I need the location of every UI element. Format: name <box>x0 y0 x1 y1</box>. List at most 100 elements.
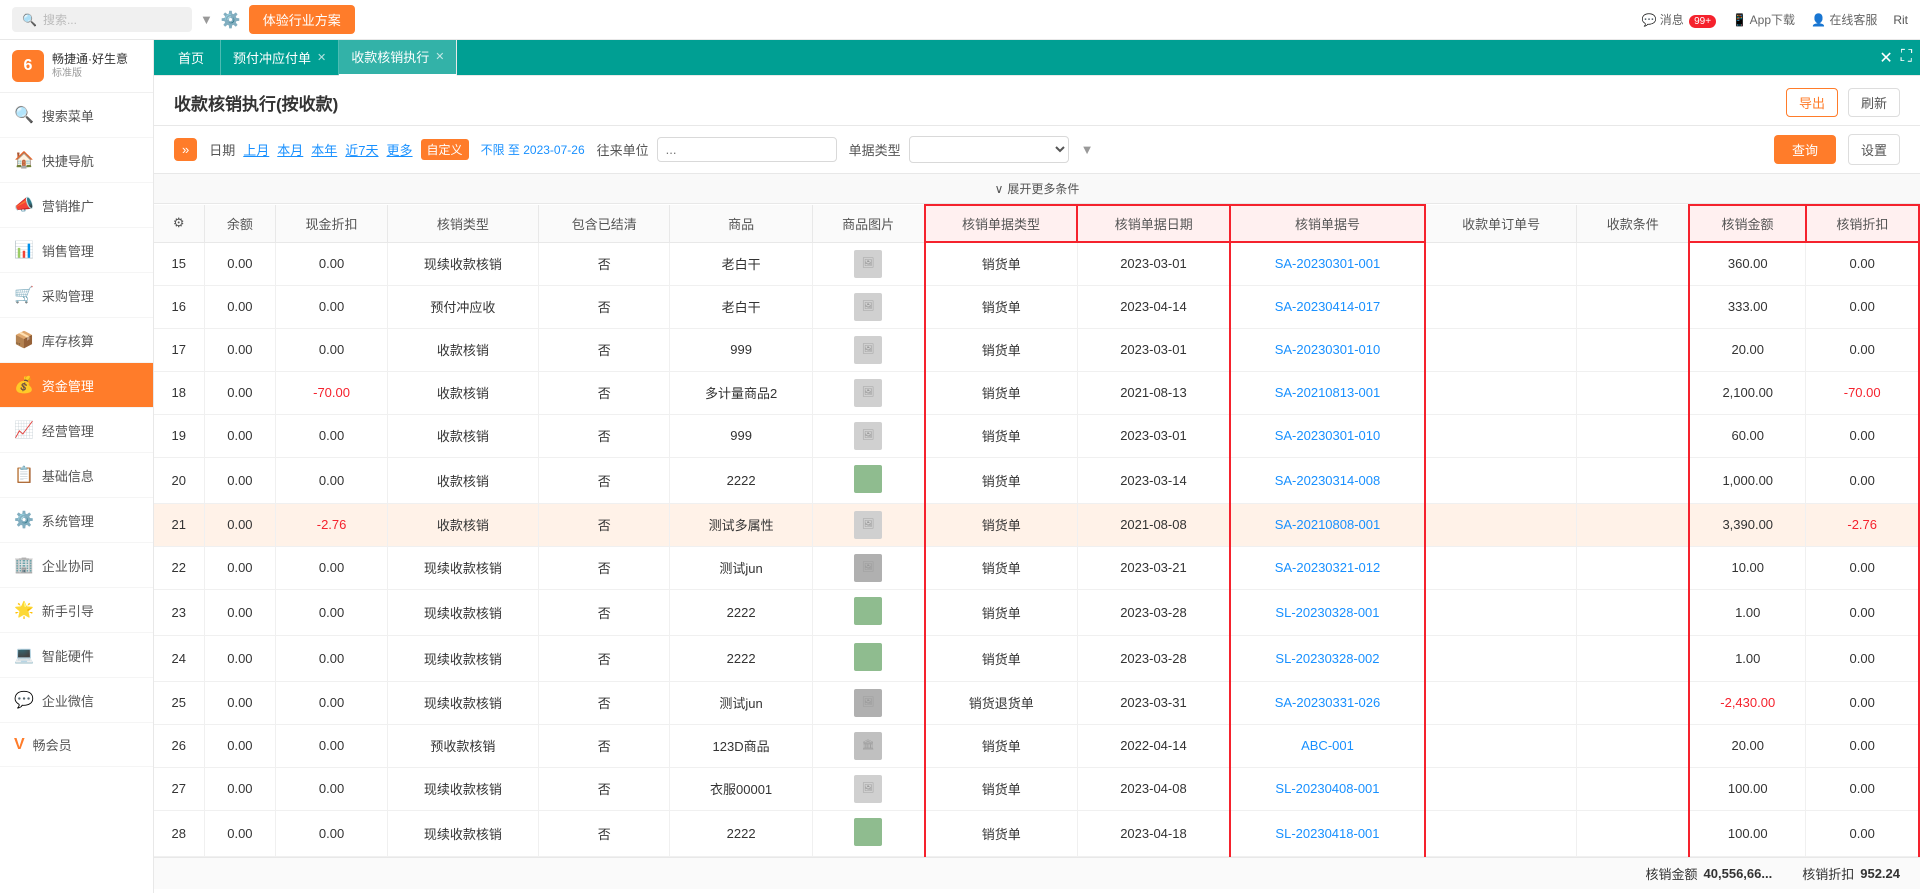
tab-collection[interactable]: 收款核销执行 ✕ <box>339 40 457 76</box>
query-btn[interactable]: 查询 <box>1774 135 1836 164</box>
cell-include-settled: 否 <box>539 810 670 856</box>
cell-cash-discount: 0.00 <box>276 810 388 856</box>
solution-btn[interactable]: 体验行业方案 <box>249 5 355 34</box>
filter-expand-btn[interactable]: » <box>174 138 197 161</box>
refresh-btn[interactable]: 刷新 <box>1848 88 1900 117</box>
close-window-icon[interactable]: ✕ <box>1879 48 1892 68</box>
bill-no-link[interactable]: SA-20210808-001 <box>1275 517 1381 532</box>
cell-verify-bill-type: 销货退货单 <box>925 681 1078 724</box>
sidebar-item-basic[interactable]: 📋 基础信息 <box>0 453 153 498</box>
cell-seq: 15 <box>154 242 204 285</box>
table-row: 21 0.00 -2.76 收款核销 否 测试多属性 🖼 销货单 2021-08… <box>154 503 1919 546</box>
sidebar-item-finance[interactable]: 💰 资金管理 <box>0 363 153 408</box>
table-row: 15 0.00 0.00 现续收款核销 否 老白干 🖼 销货单 2023-03-… <box>154 242 1919 285</box>
logo-icon: 6 <box>12 50 44 82</box>
expand-more-btn[interactable]: ∨ 展开更多条件 <box>995 180 1080 197</box>
cell-receipt-condition <box>1577 414 1689 457</box>
cell-product-image <box>812 810 924 856</box>
bill-no-link[interactable]: SL-20230328-001 <box>1275 605 1379 620</box>
cell-receipt-condition <box>1577 457 1689 503</box>
cell-verify-bill-date: 2023-04-18 <box>1077 810 1230 856</box>
tab-prepay[interactable]: 预付冲应付单 ✕ <box>221 40 339 75</box>
sidebar-item-hardware[interactable]: 💻 智能硬件 <box>0 633 153 678</box>
guide-icon: 🌟 <box>14 600 34 620</box>
date-option-7days[interactable]: 近7天 <box>345 140 378 159</box>
sidebar-item-marketing[interactable]: 📣 营销推广 <box>0 183 153 228</box>
filter-settings-btn[interactable]: 设置 <box>1848 134 1900 165</box>
cell-verify-bill-type: 销货单 <box>925 589 1078 635</box>
date-option-last-month[interactable]: 上月 <box>243 140 269 159</box>
cell-verify-bill-type: 销货单 <box>925 242 1078 285</box>
app-download[interactable]: 📱 App下载 <box>1732 11 1795 28</box>
sidebar-item-enterprise[interactable]: 🏢 企业协同 <box>0 543 153 588</box>
cell-verify-bill-type: 销货单 <box>925 457 1078 503</box>
cell-verify-bill-no: SL-20230328-001 <box>1230 589 1425 635</box>
dropdown-icon[interactable]: ▼ <box>200 12 213 27</box>
date-option-this-year[interactable]: 本年 <box>311 140 337 159</box>
sidebar-item-guide[interactable]: 🌟 新手引导 <box>0 588 153 633</box>
cell-cash-discount: 0.00 <box>276 457 388 503</box>
footer-total-discount: 核销折扣 952.24 <box>1802 864 1900 883</box>
cell-verify-discount: 0.00 <box>1806 546 1919 589</box>
message-icon[interactable]: 💬 消息 99+ <box>1641 11 1716 28</box>
cell-verify-discount: 0.00 <box>1806 414 1919 457</box>
footer-total-amount: 核销金额 40,556,66... <box>1646 864 1773 883</box>
bill-no-link[interactable]: SA-20230301-010 <box>1275 428 1381 443</box>
bill-no-link[interactable]: SA-20230301-001 <box>1275 256 1381 271</box>
sidebar-item-member[interactable]: V 畅会员 <box>0 723 153 767</box>
cell-receipt-order <box>1425 546 1577 589</box>
date-custom-btn[interactable]: 自定义 <box>421 139 469 160</box>
sidebar-item-purchase[interactable]: 🛒 采购管理 <box>0 273 153 318</box>
cell-receipt-order <box>1425 414 1577 457</box>
bill-no-link[interactable]: SA-20230301-010 <box>1275 342 1381 357</box>
cell-verify-bill-no: SL-20230328-002 <box>1230 635 1425 681</box>
sidebar-item-wechat[interactable]: 💬 企业微信 <box>0 678 153 723</box>
operation-icon: 📈 <box>14 420 34 440</box>
bill-no-link[interactable]: SL-20230408-001 <box>1275 781 1379 796</box>
bill-no-link[interactable]: SA-20230321-012 <box>1275 560 1381 575</box>
cell-verify-bill-no: SA-20230414-017 <box>1230 285 1425 328</box>
bill-no-link[interactable]: SA-20210813-001 <box>1275 385 1381 400</box>
sidebar-item-shortcut[interactable]: 🏠 快捷导航 <box>0 138 153 183</box>
cell-receipt-order <box>1425 242 1577 285</box>
col-header-receipt-order: 收款单订单号 <box>1425 205 1577 242</box>
bill-no-link[interactable]: SL-20230418-001 <box>1275 826 1379 841</box>
online-service[interactable]: 👤 在线客服 <box>1811 11 1877 28</box>
table-row: 18 0.00 -70.00 收款核销 否 多计量商品2 🖼 销货单 2021-… <box>154 371 1919 414</box>
tab-prepay-close[interactable]: ✕ <box>317 51 326 64</box>
bill-no-link[interactable]: SA-20230314-008 <box>1275 473 1381 488</box>
cell-cash-discount: 0.00 <box>276 724 388 767</box>
cell-verify-type: 现续收款核销 <box>387 635 538 681</box>
cell-balance: 0.00 <box>204 457 276 503</box>
sidebar-item-operation[interactable]: 📈 经营管理 <box>0 408 153 453</box>
maximize-window-icon[interactable]: ⛶ <box>1901 48 1912 68</box>
search-icon: 🔍 <box>22 13 37 27</box>
date-option-this-month[interactable]: 本月 <box>277 140 303 159</box>
bill-no-link[interactable]: SL-20230328-002 <box>1275 651 1379 666</box>
table-footer: 核销金额 40,556,66... 核销折扣 952.24 <box>154 857 1920 889</box>
bill-no-link[interactable]: SA-20230331-026 <box>1275 695 1381 710</box>
cell-product-image: 🖼 <box>812 242 924 285</box>
tab-collection-close[interactable]: ✕ <box>435 50 444 63</box>
cell-verify-bill-no: SA-20230331-026 <box>1230 681 1425 724</box>
cell-receipt-order <box>1425 589 1577 635</box>
sidebar-item-search[interactable]: 🔍 搜索菜单 <box>0 93 153 138</box>
date-option-more[interactable]: 更多 <box>387 140 413 159</box>
bill-no-link[interactable]: SA-20230414-017 <box>1275 299 1381 314</box>
cell-verify-bill-no: SA-20230301-001 <box>1230 242 1425 285</box>
cell-verify-discount: 0.00 <box>1806 328 1919 371</box>
col-header-verify-bill-type: 核销单据类型 <box>925 205 1078 242</box>
export-btn[interactable]: 导出 <box>1786 88 1838 117</box>
settings-icon[interactable]: ⚙️ <box>221 10 241 30</box>
cell-include-settled: 否 <box>539 457 670 503</box>
bill-no-link[interactable]: ABC-001 <box>1301 738 1354 753</box>
partner-input[interactable] <box>657 137 837 162</box>
cell-product-image: 🖼 <box>812 371 924 414</box>
tab-home[interactable]: 首页 <box>162 40 221 75</box>
top-bar-left: 🔍 搜索... ▼ ⚙️ 体验行业方案 <box>12 5 1633 34</box>
sidebar-item-inventory[interactable]: 📦 库存核算 <box>0 318 153 363</box>
table-container[interactable]: ⚙ 余额 现金折扣 核销类型 包含已结清 商品 商品图片 核销单据类型 核销单据… <box>154 204 1920 893</box>
billtype-select[interactable] <box>909 136 1069 163</box>
sidebar-item-sales[interactable]: 📊 销售管理 <box>0 228 153 273</box>
sidebar-item-system[interactable]: ⚙️ 系统管理 <box>0 498 153 543</box>
